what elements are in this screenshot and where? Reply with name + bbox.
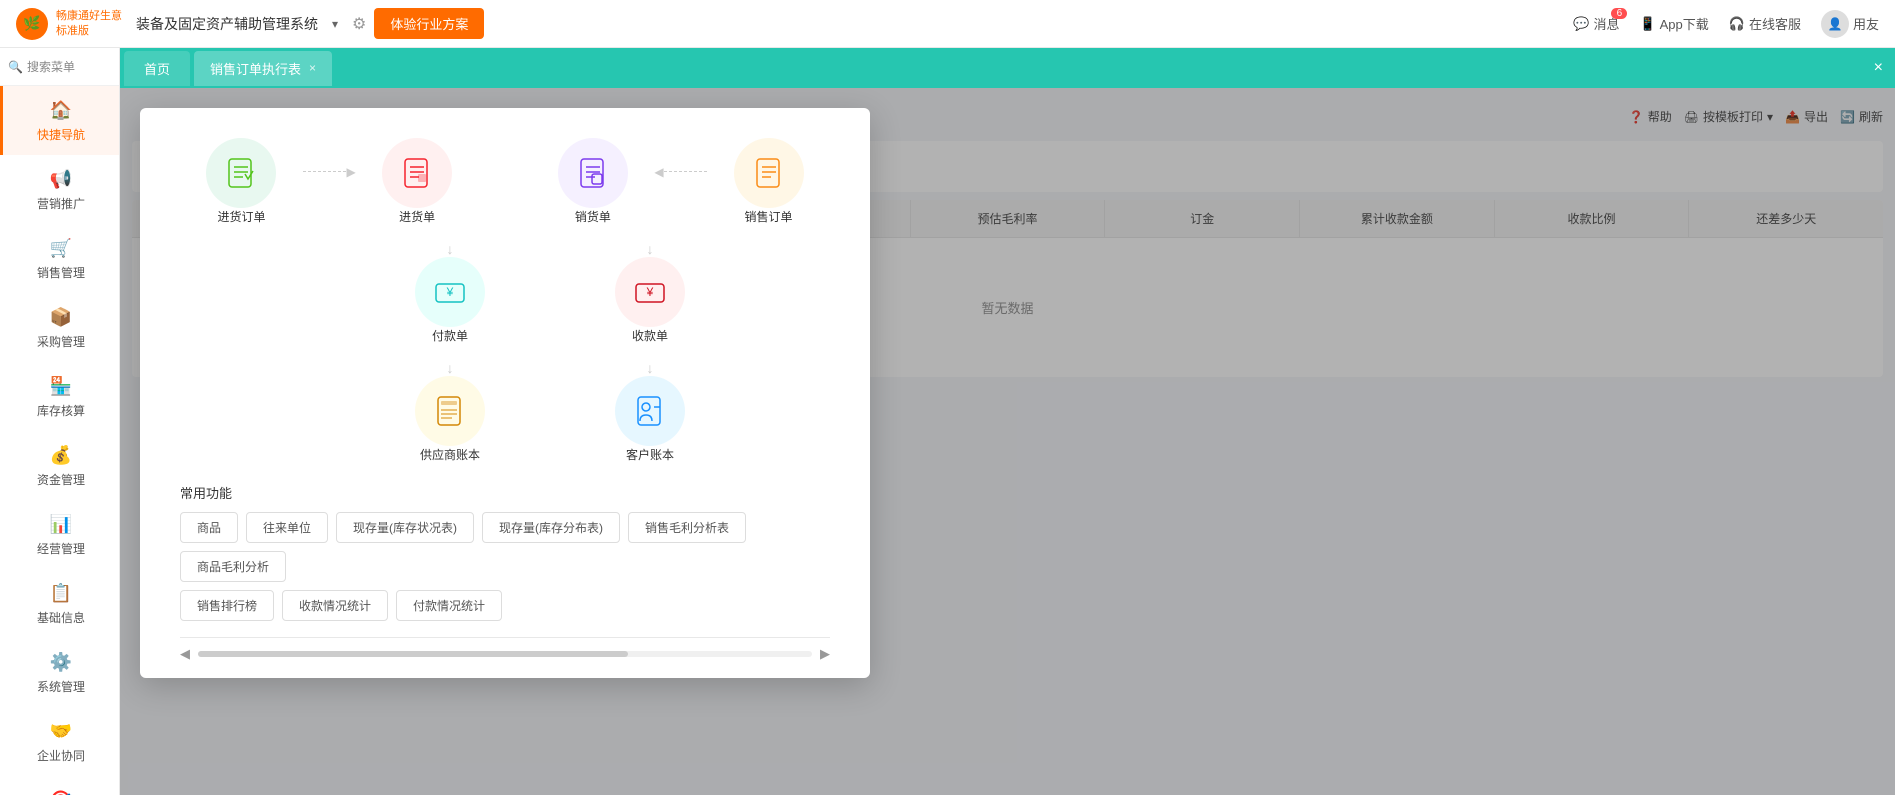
payment-icon[interactable]: ¥ <box>415 257 485 327</box>
sidebar-item-basic[interactable]: 📋 基础信息 <box>0 569 119 638</box>
app-icon: 📱 <box>1639 16 1655 32</box>
scroll-area: ◀ ▶ <box>180 637 830 662</box>
common-functions: 常用功能 商品 往来单位 现存量(库存状况表) 现存量(库存分布表) 销售毛利分… <box>180 483 830 621</box>
logo-text: 畅康通好生意 标准版 <box>56 9 122 38</box>
sidebar-item-purchase[interactable]: 📦 采购管理 <box>0 293 119 362</box>
logo-icon: 🌿 <box>16 8 48 40</box>
sidebar: 🔍 搜索菜单 🏠 快捷导航 📢 营销推广 🛒 销售管理 📦 采购管理 🏪 库存核… <box>0 48 120 795</box>
arrow-down-payment: ↓ <box>447 241 454 257</box>
func-btn-sales-ranking[interactable]: 销售排行榜 <box>180 590 274 621</box>
sidebar-item-quick[interactable]: 🏠 快捷导航 <box>0 86 119 155</box>
flow-item-customer-ledger[interactable]: ↓ 客户账本 <box>580 360 720 463</box>
operations-icon: 📊 <box>49 512 73 536</box>
user-menu-button[interactable]: 👤 用友 <box>1821 10 1879 38</box>
enterprise-icon: 🤝 <box>49 719 73 743</box>
scroll-right-arrow[interactable]: ▶ <box>820 646 830 662</box>
message-icon: 💬 <box>1573 16 1589 32</box>
message-badge: 6 <box>1611 8 1627 19</box>
topbar-center: 装备及固定资产辅助管理系统 ▾ ⚙ 体验行业方案 <box>136 8 1573 39</box>
svg-text:¥: ¥ <box>446 285 454 299</box>
scroll-left-arrow[interactable]: ◀ <box>180 646 190 662</box>
basic-icon: 📋 <box>49 581 73 605</box>
quick-icon: 🏠 <box>49 98 73 122</box>
experience-button[interactable]: 体验行业方案 <box>374 8 484 39</box>
system-dropdown-button[interactable]: ▾ <box>326 15 344 33</box>
topbar-right: 💬 消息 6 📱 App下载 🎧 在线客服 👤 用友 <box>1573 10 1879 38</box>
flow-modal: 进货订单 ▶ 进 <box>140 108 870 678</box>
newbie-icon: 🎯 <box>49 788 73 795</box>
sidebar-item-marketing[interactable]: 📢 营销推广 <box>0 155 119 224</box>
flow-item-receipt[interactable]: ↓ ¥ 收款单 <box>580 241 720 344</box>
topbar: 🌿 畅康通好生意 标准版 装备及固定资产辅助管理系统 ▾ ⚙ 体验行业方案 💬 … <box>0 0 1895 48</box>
message-button[interactable]: 💬 消息 6 <box>1573 14 1619 33</box>
search-menu-button[interactable]: 🔍 搜索菜单 <box>0 48 119 86</box>
purchase-order-icon[interactable] <box>206 138 276 208</box>
page-content: ❓ 帮助 🖨 按模板打印 ▾ 📤 导出 🔄 刷新 <box>120 88 1895 795</box>
func-btn-receipt-stats[interactable]: 收款情况统计 <box>282 590 388 621</box>
scroll-track <box>198 651 812 657</box>
sidebar-item-enterprise[interactable]: 🤝 企业协同 <box>0 707 119 776</box>
func-btn-product[interactable]: 商品 <box>180 512 238 543</box>
service-icon: 🎧 <box>1729 16 1745 32</box>
sidebar-item-inventory[interactable]: 🏪 库存核算 <box>0 362 119 431</box>
func-row-1: 商品 往来单位 现存量(库存状况表) 现存量(库存分布表) 销售毛利分析表 商品… <box>180 512 830 582</box>
flow-item-purchase-bill[interactable]: 进货单 <box>356 138 479 225</box>
system-title: 装备及固定资产辅助管理系统 <box>136 14 318 34</box>
modal-overlay: 进货订单 ▶ 进 <box>120 88 1895 795</box>
func-row-2: 销售排行榜 收款情况统计 付款情况统计 <box>180 590 830 621</box>
sidebar-item-finance[interactable]: 💰 资金管理 <box>0 431 119 500</box>
sidebar-item-sales[interactable]: 🛒 销售管理 <box>0 224 119 293</box>
sidebar-item-newbie[interactable]: 🎯 新手引导 <box>0 776 119 795</box>
func-btn-contacts[interactable]: 往来单位 <box>246 512 328 543</box>
tab-home[interactable]: 首页 <box>124 51 190 86</box>
arrow-down-receipt: ↓ <box>647 241 654 257</box>
inventory-icon: 🏪 <box>49 374 73 398</box>
sales-icon: 🛒 <box>49 236 73 260</box>
flow-item-supplier-ledger[interactable]: ↓ 供应商账本 <box>380 360 520 463</box>
flow-item-payment[interactable]: ↓ ¥ 付款单 <box>380 241 520 344</box>
arrow-down-customer: ↓ <box>647 360 654 376</box>
flow-item-sale-bill[interactable]: 销货单 <box>531 138 654 225</box>
arrow-down-supplier: ↓ <box>447 360 454 376</box>
tab-close-icon[interactable]: × <box>309 61 316 75</box>
marketing-icon: 📢 <box>49 167 73 191</box>
scroll-thumb[interactable] <box>198 651 628 657</box>
svg-text:¥: ¥ <box>646 285 654 299</box>
func-btn-product-margin[interactable]: 商品毛利分析 <box>180 551 286 582</box>
purchase-bill-icon[interactable] <box>382 138 452 208</box>
app-download-button[interactable]: 📱 App下载 <box>1639 14 1708 33</box>
settings-icon[interactable]: ⚙ <box>352 14 366 34</box>
flow-item-sale-order[interactable]: 销售订单 <box>707 138 830 225</box>
func-btn-sales-margin[interactable]: 销售毛利分析表 <box>628 512 746 543</box>
flow-item-purchase-order[interactable]: 进货订单 <box>180 138 303 225</box>
content-area: 首页 销售订单执行表 × × ❓ 帮助 🖨 按模板打印 ▾ <box>120 48 1895 795</box>
func-btn-stock-status[interactable]: 现存量(库存状况表) <box>336 512 474 543</box>
system-icon: ⚙️ <box>49 650 73 674</box>
sidebar-item-system[interactable]: ⚙️ 系统管理 <box>0 638 119 707</box>
purchase-icon: 📦 <box>49 305 73 329</box>
logo: 🌿 畅康通好生意 标准版 <box>16 8 136 40</box>
sidebar-item-operations[interactable]: 📊 经营管理 <box>0 500 119 569</box>
customer-ledger-icon[interactable] <box>615 376 685 446</box>
tab-window-close-icon[interactable]: × <box>1866 55 1891 81</box>
online-service-button[interactable]: 🎧 在线客服 <box>1729 14 1801 33</box>
func-btn-stock-dist[interactable]: 现存量(库存分布表) <box>482 512 620 543</box>
common-functions-title: 常用功能 <box>180 483 830 502</box>
avatar: 👤 <box>1821 10 1849 38</box>
receipt-icon[interactable]: ¥ <box>615 257 685 327</box>
search-icon: 🔍 <box>8 60 23 74</box>
tab-bar: 首页 销售订单执行表 × × <box>120 48 1895 88</box>
finance-icon: 💰 <box>49 443 73 467</box>
supplier-ledger-icon[interactable] <box>415 376 485 446</box>
sale-bill-icon[interactable] <box>558 138 628 208</box>
main-layout: 🔍 搜索菜单 🏠 快捷导航 📢 营销推广 🛒 销售管理 📦 采购管理 🏪 库存核… <box>0 48 1895 795</box>
sale-order-icon[interactable] <box>734 138 804 208</box>
tab-sales-order[interactable]: 销售订单执行表 × <box>194 51 332 86</box>
func-btn-payment-stats[interactable]: 付款情况统计 <box>396 590 502 621</box>
